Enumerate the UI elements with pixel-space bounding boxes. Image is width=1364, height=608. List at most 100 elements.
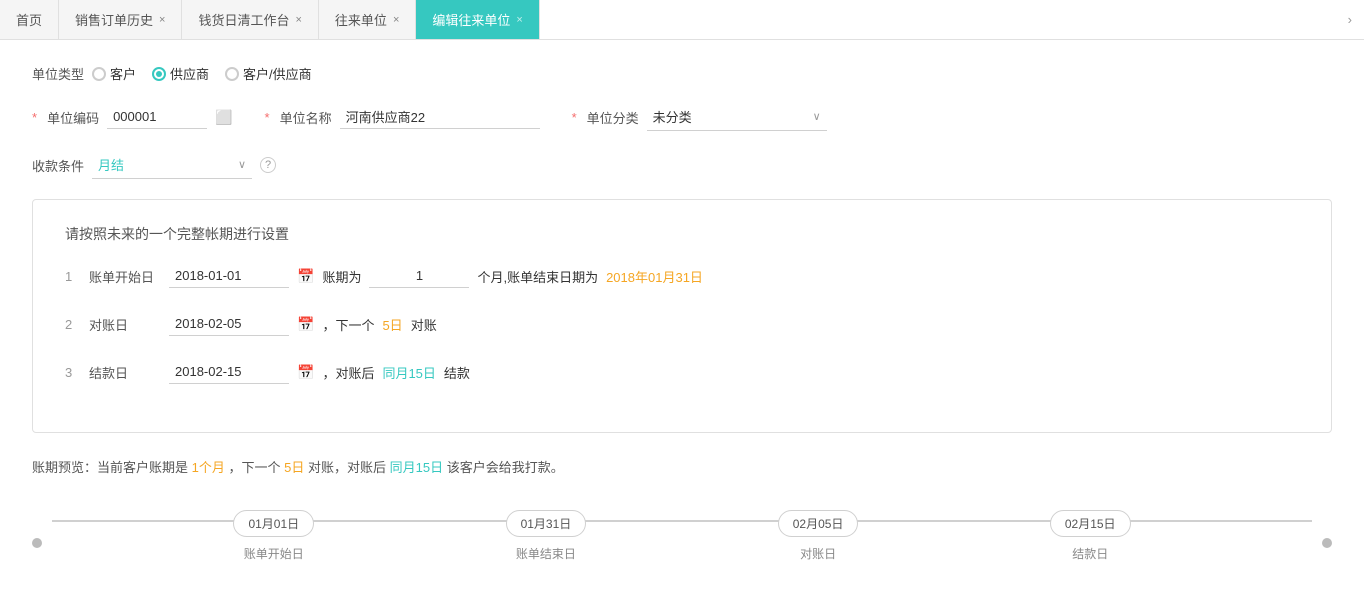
timeline-label-3: 对账日 [800,545,836,562]
setting-row-2: 2 对账日 📅 ，下一个 5日 对账 [65,312,1299,336]
preview-part2: 5日 [284,460,304,475]
unit-name-label: 单位名称 [280,108,332,127]
payment-date-calendar-icon[interactable]: 📅 [297,364,314,381]
setting-row-3: 3 结款日 📅 ，对账后 同月15日 结款 [65,360,1299,384]
unit-name-input[interactable] [340,105,540,129]
unit-info-row: * 单位编码 ⬜ * 单位名称 * 单位分类 未分类 ∨ [32,103,1332,131]
timeline-node-3: 02月05日 [778,510,859,537]
row-num-2: 2 [65,317,89,332]
preview-middle2: 对账，对账后 [308,460,386,475]
timeline-node-1: 01月01日 [233,510,314,537]
reconcile-day-highlight: 5日 [382,315,402,334]
row-content-2: 📅 ，下一个 5日 对账 [169,312,1299,336]
unit-category-required: * [572,110,577,125]
payment-prefix: ，对账后 [322,363,374,382]
payment-date-input[interactable] [169,360,289,384]
timeline-node-2: 01月31日 [506,510,587,537]
close-tab-counterpart[interactable]: × [393,14,399,26]
settings-title: 请按照未来的一个完整帐期进行设置 [65,224,1299,244]
tab-home[interactable]: 首页 [0,0,59,39]
unit-category-chevron-icon: ∨ [813,110,821,123]
start-date-input[interactable] [169,264,289,288]
radio-both[interactable]: 客户/供应商 [225,64,312,83]
unit-type-field: 单位类型 客户 供应商 客户/供应商 [32,64,312,83]
unit-name-required: * [265,110,270,125]
preview-part1: 1个月 [192,460,225,475]
unit-type-row: 单位类型 客户 供应商 客户/供应商 [32,64,1332,83]
radio-both-circle [225,67,239,81]
timeline-label-2: 账单结束日 [516,545,576,562]
radio-customer[interactable]: 客户 [92,64,136,83]
payment-terms-select[interactable]: 月结 ∨ [92,151,252,179]
tab-cash-work[interactable]: 钱货日清工作台 × [182,0,318,39]
radio-supplier-label: 供应商 [170,64,209,83]
period-suffix: 个月,账单结束日期为 [477,267,598,286]
timeline-label-4: 结款日 [1072,545,1108,562]
settings-box: 请按照未来的一个完整帐期进行设置 1 账单开始日 📅 账期为 个月,账单结束日期… [32,199,1332,433]
tab-more-button[interactable]: › [1336,0,1364,39]
reconcile-date-calendar-icon[interactable]: 📅 [297,316,314,333]
payment-terms-row: 收款条件 月结 ∨ ? [32,151,1332,179]
payment-terms-label: 收款条件 [32,156,84,175]
timeline-label-1: 账单开始日 [244,545,304,562]
tab-bar: 首页 销售订单历史 × 钱货日清工作台 × 往来单位 × 编辑往来单位 × › [0,0,1364,40]
end-date-highlight: 2018年01月31日 [606,267,703,286]
preview-text: 账期预览：当前客户账期是 1个月 ，下一个 5日 对账，对账后 同月15日 该客… [32,457,1332,476]
period-label: 账期为 [322,267,361,286]
unit-category-field: * 单位分类 未分类 ∨ [572,103,827,131]
unit-code-required: * [32,110,37,125]
tab-sales-order-history[interactable]: 销售订单历史 × [59,0,182,39]
row-content-3: 📅 ，对账后 同月15日 结款 [169,360,1299,384]
preview-prefix: 账期预览：当前客户账期是 [32,460,188,475]
timeline-item-4: 02月15日 结款日 [1050,510,1131,562]
row-label-2: 对账日 [89,315,169,334]
reconcile-suffix: 对账 [411,315,437,334]
unit-category-value: 未分类 [653,107,692,126]
radio-both-label: 客户/供应商 [243,64,312,83]
reconcile-date-input[interactable] [169,312,289,336]
radio-supplier-circle [152,67,166,81]
payment-terms-chevron-icon: ∨ [238,158,246,171]
tab-counterpart[interactable]: 往来单位 × [319,0,416,39]
radio-supplier[interactable]: 供应商 [152,64,209,83]
row-num-3: 3 [65,365,89,380]
timeline-item-3: 02月05日 对账日 [778,510,859,562]
row-num-1: 1 [65,269,89,284]
unit-category-label: 单位分类 [587,108,639,127]
reconcile-prefix: ，下一个 [322,315,374,334]
payment-terms-field: 收款条件 月结 ∨ ? [32,151,276,179]
preview-part3: 同月15日 [390,460,443,475]
radio-customer-label: 客户 [110,64,136,83]
setting-row-1: 1 账单开始日 📅 账期为 个月,账单结束日期为 2018年01月31日 [65,264,1299,288]
payment-day-highlight: 同月15日 [382,363,435,382]
unit-type-radio-group: 客户 供应商 客户/供应商 [92,64,312,83]
row-label-3: 结款日 [89,363,169,382]
start-date-calendar-icon[interactable]: 📅 [297,268,314,285]
timeline-start-dot [32,524,42,562]
timeline-container: 01月01日 账单开始日 01月31日 账单结束日 02月05日 对账日 02月… [32,500,1332,572]
close-tab-edit-counterpart[interactable]: × [516,14,522,26]
close-tab-cash[interactable]: × [295,14,301,26]
unit-category-select[interactable]: 未分类 ∨ [647,103,827,131]
unit-code-input[interactable] [107,105,207,129]
row-content-1: 📅 账期为 个月,账单结束日期为 2018年01月31日 [169,264,1299,288]
period-input[interactable] [369,264,469,288]
radio-customer-circle [92,67,106,81]
timeline-items: 01月01日 账单开始日 01月31日 账单结束日 02月05日 对账日 02月… [32,510,1332,562]
preview-middle1: ，下一个 [229,460,281,475]
preview-suffix: 该客户会给我打款。 [447,460,564,475]
timeline-end-dot [1322,524,1332,562]
tab-edit-counterpart[interactable]: 编辑往来单位 × [416,0,539,39]
timeline-item-2: 01月31日 账单结束日 [506,510,587,562]
timeline-node-4: 02月15日 [1050,510,1131,537]
unit-code-copy-icon[interactable]: ⬜ [215,109,232,126]
unit-code-label: 单位编码 [47,108,99,127]
help-icon[interactable]: ? [260,157,276,173]
page-content: 单位类型 客户 供应商 客户/供应商 * 单位编码 [0,40,1364,608]
timeline-item-1: 01月01日 账单开始日 [233,510,314,562]
payment-suffix: 结款 [444,363,470,382]
close-tab-sales[interactable]: × [159,14,165,26]
unit-name-field: * 单位名称 [265,105,540,129]
unit-code-field: * 单位编码 ⬜ [32,105,233,129]
payment-terms-value: 月结 [98,155,124,174]
